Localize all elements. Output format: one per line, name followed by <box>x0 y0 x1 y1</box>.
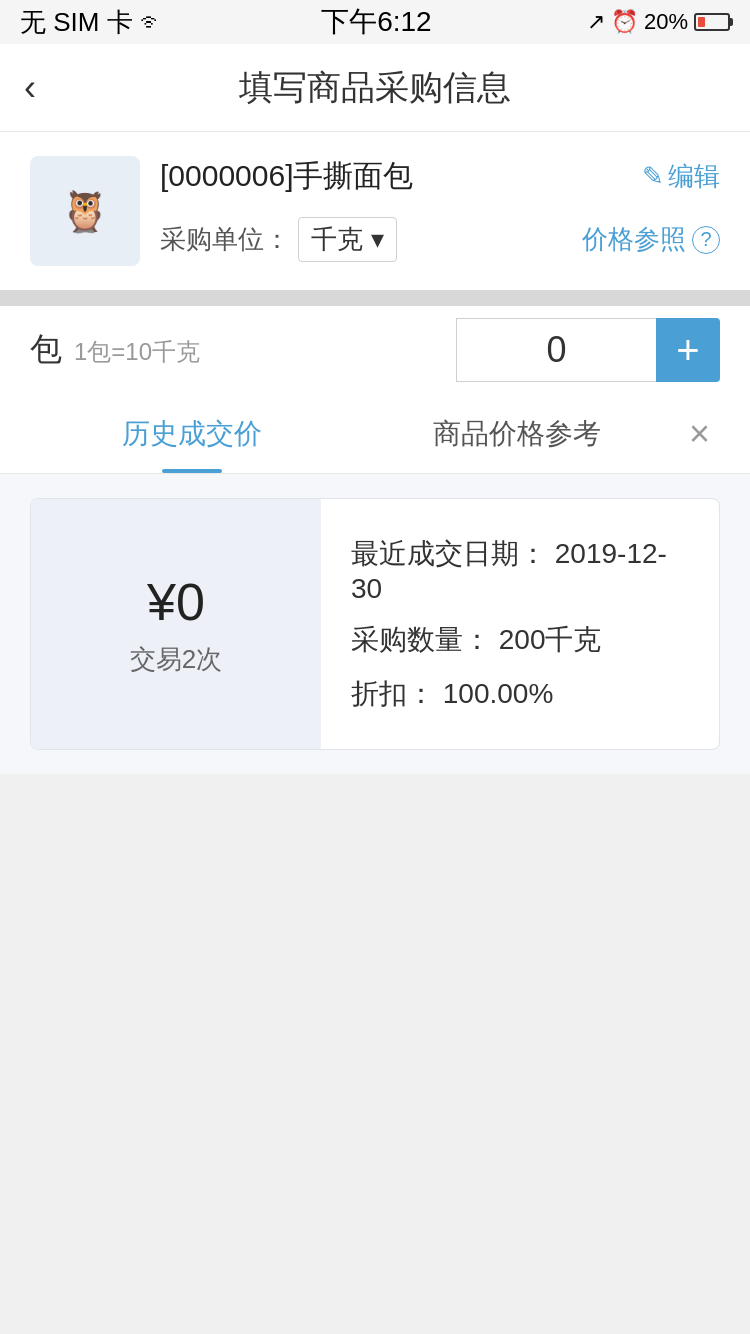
product-card: 🦉 [0000006]手撕面包 ✎ 编辑 采购单位： 千克 ▾ <box>0 132 750 290</box>
tab-history-price[interactable]: 历史成交价 <box>30 394 354 473</box>
product-thumbnail: 🦉 <box>30 156 140 266</box>
purchase-qty-row: 采购数量： 200千克 <box>351 621 689 659</box>
edit-icon: ✎ <box>642 161 664 192</box>
quantity-unit: 包 <box>30 328 62 372</box>
discount-row: 折扣： 100.00% <box>351 675 689 713</box>
edit-label: 编辑 <box>668 159 720 194</box>
tab-product-label: 商品价格参考 <box>433 415 601 453</box>
close-panel-button[interactable]: × <box>679 413 720 455</box>
history-card: ¥0 交易2次 最近成交日期： 2019-12-30 采购数量： 200千克 折… <box>30 498 720 750</box>
status-right: ↗ ⏰ 20% <box>587 9 730 35</box>
nav-bar: ‹ 填写商品采购信息 <box>0 44 750 132</box>
unit-conversion: 1包=10千克 <box>74 336 200 368</box>
back-button[interactable]: ‹ <box>24 67 36 109</box>
history-detail-area: 最近成交日期： 2019-12-30 采购数量： 200千克 折扣： 100.0… <box>321 499 719 749</box>
panel-tabs: 历史成交价 商品价格参考 × <box>0 394 750 474</box>
tab-product-price[interactable]: 商品价格参考 <box>354 394 678 473</box>
price-reference-button[interactable]: 价格参照 ? <box>582 222 720 257</box>
history-price-area: ¥0 交易2次 <box>31 499 321 749</box>
location-icon: ↗ <box>587 9 605 35</box>
recent-date-label: 最近成交日期： <box>351 538 547 569</box>
product-image-placeholder: 🦉 <box>60 188 110 235</box>
recent-date-row: 最近成交日期： 2019-12-30 <box>351 535 689 605</box>
section-divider <box>0 290 750 306</box>
panel-content: ¥0 交易2次 最近成交日期： 2019-12-30 采购数量： 200千克 折… <box>0 474 750 774</box>
product-info: [0000006]手撕面包 ✎ 编辑 采购单位： 千克 ▾ 价格参照 ? <box>160 156 720 262</box>
unit-label: 采购单位： <box>160 222 290 257</box>
battery-icon <box>694 13 730 31</box>
alarm-icon: ⏰ <box>611 9 638 35</box>
unit-select[interactable]: 千克 ▾ <box>298 217 397 262</box>
discount-label: 折扣： <box>351 678 435 709</box>
tab-active-indicator <box>162 469 222 473</box>
quantity-row: 包 1包=10千克 + <box>0 306 750 394</box>
tab-history-label: 历史成交价 <box>122 415 262 453</box>
edit-button[interactable]: ✎ 编辑 <box>642 159 720 194</box>
selected-unit-text: 千克 <box>311 222 363 257</box>
status-time: 下午6:12 <box>321 3 432 41</box>
history-trades-count: 交易2次 <box>130 642 222 677</box>
sim-status: 无 SIM 卡 ᯤ <box>20 5 166 40</box>
status-left: 无 SIM 卡 ᯤ <box>20 5 166 40</box>
dropdown-icon: ▾ <box>371 224 384 255</box>
purchase-qty-label: 采购数量： <box>351 624 491 655</box>
quantity-plus-button[interactable]: + <box>656 318 720 382</box>
history-price-value: ¥0 <box>147 572 205 632</box>
price-ref-label: 价格参照 <box>582 222 686 257</box>
help-icon: ? <box>692 226 720 254</box>
page-title: 填写商品采购信息 <box>239 65 511 111</box>
status-bar: 无 SIM 卡 ᯤ 下午6:12 ↗ ⏰ 20% <box>0 0 750 44</box>
product-name: [0000006]手撕面包 <box>160 156 413 197</box>
discount-value: 100.00% <box>443 678 554 709</box>
purchase-qty-value: 200千克 <box>499 624 602 655</box>
battery-percentage: 20% <box>644 9 688 35</box>
quantity-input[interactable] <box>456 318 656 382</box>
